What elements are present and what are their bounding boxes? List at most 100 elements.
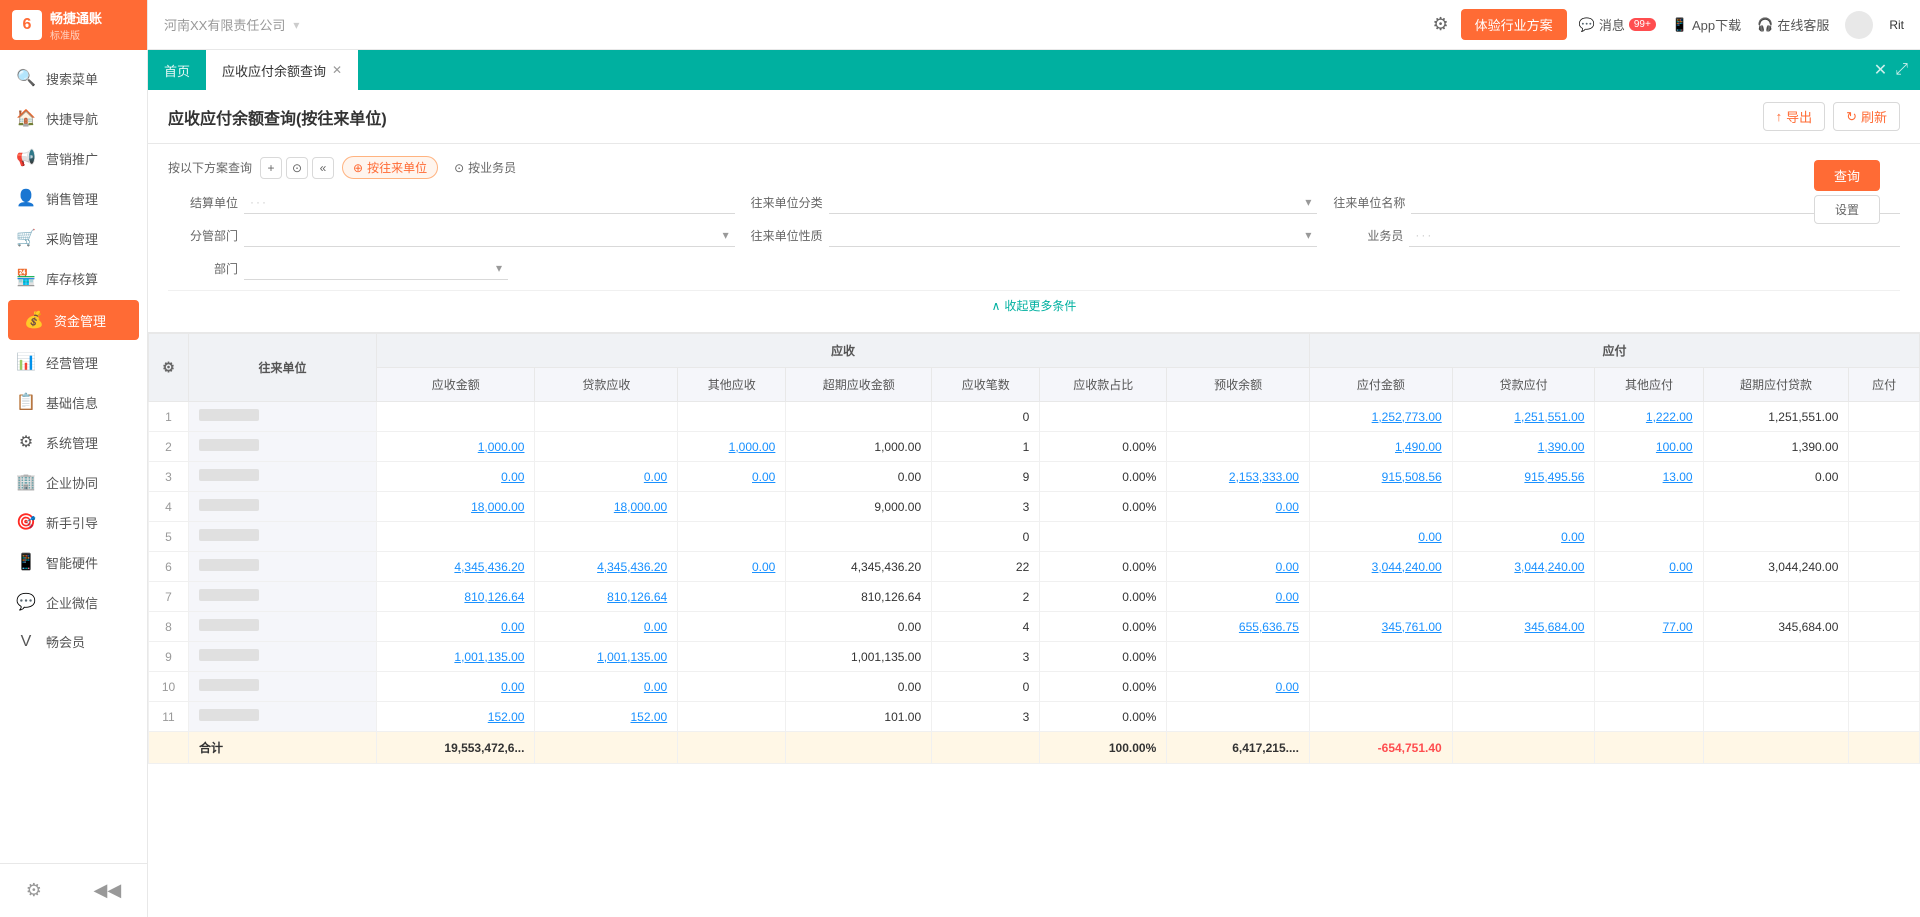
collapse-btn[interactable]: ◀◀	[88, 874, 128, 907]
breadcrumb-area: 河南XX有限责任公司 ▾	[164, 15, 1420, 34]
filter-schemes: 按以下方案查询 + ⊙ « ⊕ 按往来单位 ⊙ 按业务员	[168, 156, 1900, 179]
sidebar-label-marketing: 营销推广	[46, 149, 98, 168]
th-settings[interactable]: ⚙	[149, 334, 189, 402]
scheme-option-1[interactable]: ⊕ 按往来单位	[342, 156, 438, 179]
th-ap-rest: 应付	[1849, 368, 1920, 402]
sidebar-icon-system: ⚙	[16, 432, 36, 452]
sidebar: 6 畅捷通账 标准版 🔍搜索菜单🏠快捷导航📢营销推广👤销售管理🛒采购管理🏪库存核…	[0, 0, 148, 917]
total-row: 合计19,553,472,6...100.00%6,417,215....-65…	[149, 732, 1920, 764]
tab-maximize[interactable]: ⤢	[1895, 61, 1908, 79]
online-service-btn[interactable]: 🎧 在线客服	[1757, 15, 1829, 34]
scheme-2-icon: ⊙	[454, 161, 464, 175]
table-row: 101,252,773.001,251,551.001,222.001,251,…	[149, 402, 1920, 432]
query-btn[interactable]: 查询	[1814, 160, 1880, 191]
sidebar-icon-fund: 💰	[24, 310, 44, 330]
sidebar-icon-enterprise: 🏢	[16, 472, 36, 492]
filter-area: 查询 设置 按以下方案查询 + ⊙ « ⊕ 按往来单位	[148, 144, 1920, 333]
dept-manager-select[interactable]: ▾	[244, 224, 735, 247]
partner-nature-select[interactable]: ▾	[829, 224, 1318, 247]
sidebar-item-inventory[interactable]: 🏪 库存核算	[0, 258, 147, 298]
tab-close-icon[interactable]: ✕	[332, 63, 342, 77]
refresh-btn[interactable]: ↻ 刷新	[1833, 102, 1900, 131]
messages-btn[interactable]: 💬 消息 99+	[1579, 15, 1656, 34]
tab-close-window[interactable]: ✕	[1874, 60, 1887, 80]
export-btn[interactable]: ↑ 导出	[1763, 102, 1826, 131]
sidebar-label-inventory: 库存核算	[46, 269, 98, 288]
partner-category-select[interactable]: ▾	[829, 191, 1318, 214]
header-right: 💬 消息 99+ 📱 App下载 🎧 在线客服 Rit	[1579, 11, 1904, 39]
partner-nature-item: 往来单位性质 ▾	[751, 224, 1318, 247]
sidebar-label-member: 畅会员	[46, 632, 85, 651]
sidebar-item-system[interactable]: ⚙系统管理	[0, 422, 147, 462]
th-partner: 往来单位	[189, 334, 377, 402]
sidebar-label-sales: 销售管理	[46, 189, 98, 208]
sidebar-label-operation: 经营管理	[46, 353, 98, 372]
message-icon: 💬	[1579, 17, 1595, 33]
tab-ar-ap-label: 应收应付余额查询	[222, 61, 326, 80]
app-download-btn[interactable]: 📱 App下载	[1672, 15, 1741, 34]
partner-nature-chevron: ▾	[1305, 228, 1311, 242]
sidebar-icon-inventory: 🏪	[16, 268, 36, 288]
settlement-unit-select[interactable]: ···	[244, 191, 735, 214]
breadcrumb-arrow: ▾	[293, 18, 299, 32]
sidebar-item-quick-nav[interactable]: 🏠快捷导航	[0, 98, 147, 138]
th-ar-overdue: 超期应收金额	[786, 368, 932, 402]
sidebar-item-search-menu[interactable]: 🔍搜索菜单	[0, 58, 147, 98]
scheme-label: 按以下方案查询	[168, 159, 252, 176]
th-ar-other: 其他应收	[678, 368, 786, 402]
company-name: 河南XX有限责任公司	[164, 15, 285, 34]
collapse-scheme-btn[interactable]: «	[312, 157, 334, 179]
user-avatar[interactable]	[1845, 11, 1873, 39]
th-ar-amount: 应收金额	[377, 368, 535, 402]
collapse-more-btn[interactable]: ∧ 收起更多条件	[168, 290, 1900, 320]
tab-home[interactable]: 首页	[148, 50, 206, 90]
app-icon: 📱	[1672, 17, 1688, 33]
sidebar-icon-smart-hw: 📱	[16, 552, 36, 572]
sidebar-item-fund[interactable]: 💰资金管理	[8, 300, 139, 340]
partner-name-label: 往来单位名称	[1333, 194, 1405, 211]
table-row: 500.000.00	[149, 522, 1920, 552]
department-chevron: ▾	[496, 261, 502, 275]
th-ar-prepaid: 预收余额	[1167, 368, 1310, 402]
top-header: 河南XX有限责任公司 ▾ ⚙ 体验行业方案 💬 消息 99+ 📱 App下载 🎧…	[148, 0, 1920, 50]
salesperson-select[interactable]: ···	[1409, 224, 1900, 247]
sidebar-item-enterprise[interactable]: 🏢企业协同	[0, 462, 147, 502]
table-container: ⚙ 往来单位 应收 应付 应收金额 贷款应收 其他应收 超期应收金额 应收笔数 …	[148, 333, 1920, 917]
scheme-option-2[interactable]: ⊙ 按业务员	[446, 157, 524, 178]
sidebar-item-basic-info[interactable]: 📋 基础信息	[0, 382, 147, 422]
solution-btn[interactable]: 体验行业方案	[1461, 9, 1567, 40]
edit-scheme-btn[interactable]: ⊙	[286, 157, 308, 179]
scheme-2-label: 按业务员	[468, 159, 516, 176]
sidebar-item-sales[interactable]: 👤销售管理	[0, 178, 147, 218]
add-scheme-btn[interactable]: +	[260, 157, 282, 179]
sidebar-item-smart-hw[interactable]: 📱智能硬件	[0, 542, 147, 582]
sidebar-label-basic-info: 基础信息	[46, 393, 98, 412]
message-badge: 99+	[1629, 18, 1656, 31]
th-ar-group: 应收	[377, 334, 1310, 368]
sidebar-icon-marketing: 📢	[16, 148, 36, 168]
sidebar-icon-newbie: 🎯	[16, 512, 36, 532]
th-ap-amount: 应付金额	[1309, 368, 1452, 402]
scheme-icon: ⊕	[353, 161, 363, 175]
sidebar-item-member[interactable]: V畅会员	[0, 622, 147, 661]
department-item: 部门 ▾	[168, 257, 508, 280]
settings-footer-btn[interactable]: ⚙	[20, 874, 48, 907]
table-row: 418,000.0018,000.009,000.0030.00%0.00	[149, 492, 1920, 522]
page-title: 应收应付余额查询(按往来单位)	[168, 105, 387, 129]
sidebar-icon-basic-info: 📋	[16, 392, 36, 412]
department-select[interactable]: ▾	[244, 257, 508, 280]
sidebar-label-purchase: 采购管理	[46, 229, 98, 248]
sidebar-item-operation[interactable]: 📊经营管理	[0, 342, 147, 382]
main-area: 河南XX有限责任公司 ▾ ⚙ 体验行业方案 💬 消息 99+ 📱 App下载 🎧…	[148, 0, 1920, 917]
header-gear-icon[interactable]: ⚙	[1432, 14, 1448, 35]
table-settings-icon[interactable]: ⚙	[162, 359, 175, 375]
settings-btn[interactable]: 设置	[1814, 195, 1880, 224]
dept-manager-item: 分管部门 ▾	[168, 224, 735, 247]
sidebar-item-wechat[interactable]: 💬企业微信	[0, 582, 147, 622]
salesperson-label: 业务员	[1333, 227, 1403, 244]
sidebar-item-purchase[interactable]: 🛒采购管理	[0, 218, 147, 258]
sidebar-item-marketing[interactable]: 📢 营销推广	[0, 138, 147, 178]
tab-ar-ap[interactable]: 应收应付余额查询 ✕	[206, 50, 358, 90]
query-section: 查询 设置	[1814, 156, 1880, 224]
sidebar-item-newbie[interactable]: 🎯新手引导	[0, 502, 147, 542]
